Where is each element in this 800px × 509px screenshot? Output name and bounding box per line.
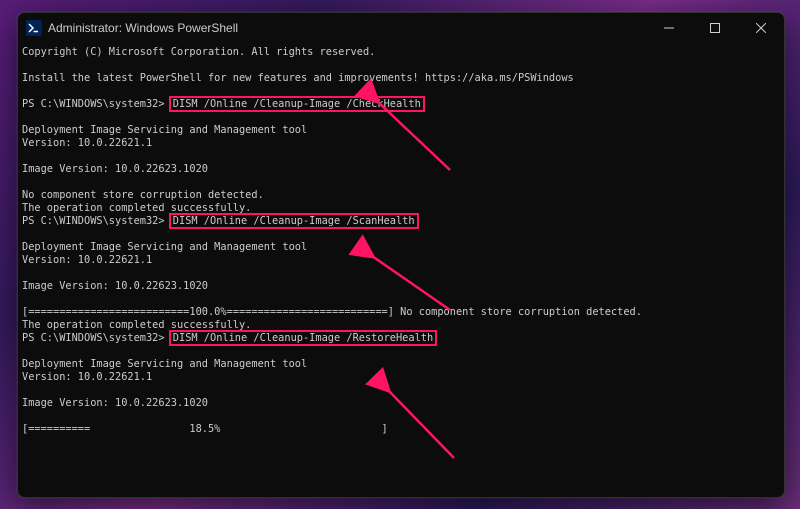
window-title: Administrator: Windows PowerShell [48,21,646,35]
prompt-3: PS C:\WINDOWS\system32> DISM /Online /Cl… [22,332,780,345]
no-corruption-1: No component store corruption detected. [22,189,780,202]
image-version-2: Image Version: 10.0.22623.1020 [22,280,780,293]
dism-version: Version: 10.0.22621.1 [22,137,780,150]
progress-18: [========== 18.5% ] [22,423,780,436]
prompt-2: PS C:\WINDOWS\system32> DISM /Online /Cl… [22,215,780,228]
dism-version-3: Version: 10.0.22621.1 [22,371,780,384]
window-controls [646,13,784,43]
install-hint: Install the latest PowerShell for new fe… [22,72,780,85]
powershell-window: Administrator: Windows PowerShell Copyri… [17,12,785,498]
image-version-1: Image Version: 10.0.22623.1020 [22,163,780,176]
dism-version-2: Version: 10.0.22621.1 [22,254,780,267]
dism-header: Deployment Image Servicing and Managemen… [22,124,780,137]
dism-header-3: Deployment Image Servicing and Managemen… [22,358,780,371]
copyright-line: Copyright (C) Microsoft Corporation. All… [22,46,780,59]
command-scanhealth: DISM /Online /Cleanup-Image /ScanHealth [169,213,419,229]
dism-header-2: Deployment Image Servicing and Managemen… [22,241,780,254]
progress-100: [==========================100.0%=======… [22,306,780,319]
powershell-icon [26,20,42,36]
terminal-output[interactable]: Copyright (C) Microsoft Corporation. All… [18,43,784,497]
close-button[interactable] [738,13,784,43]
command-checkhealth: DISM /Online /Cleanup-Image /CheckHealth [169,96,425,112]
image-version-3: Image Version: 10.0.22623.1020 [22,397,780,410]
maximize-button[interactable] [692,13,738,43]
command-restorehealth: DISM /Online /Cleanup-Image /RestoreHeal… [169,330,437,346]
minimize-button[interactable] [646,13,692,43]
titlebar[interactable]: Administrator: Windows PowerShell [18,13,784,43]
prompt-1: PS C:\WINDOWS\system32> DISM /Online /Cl… [22,98,780,111]
